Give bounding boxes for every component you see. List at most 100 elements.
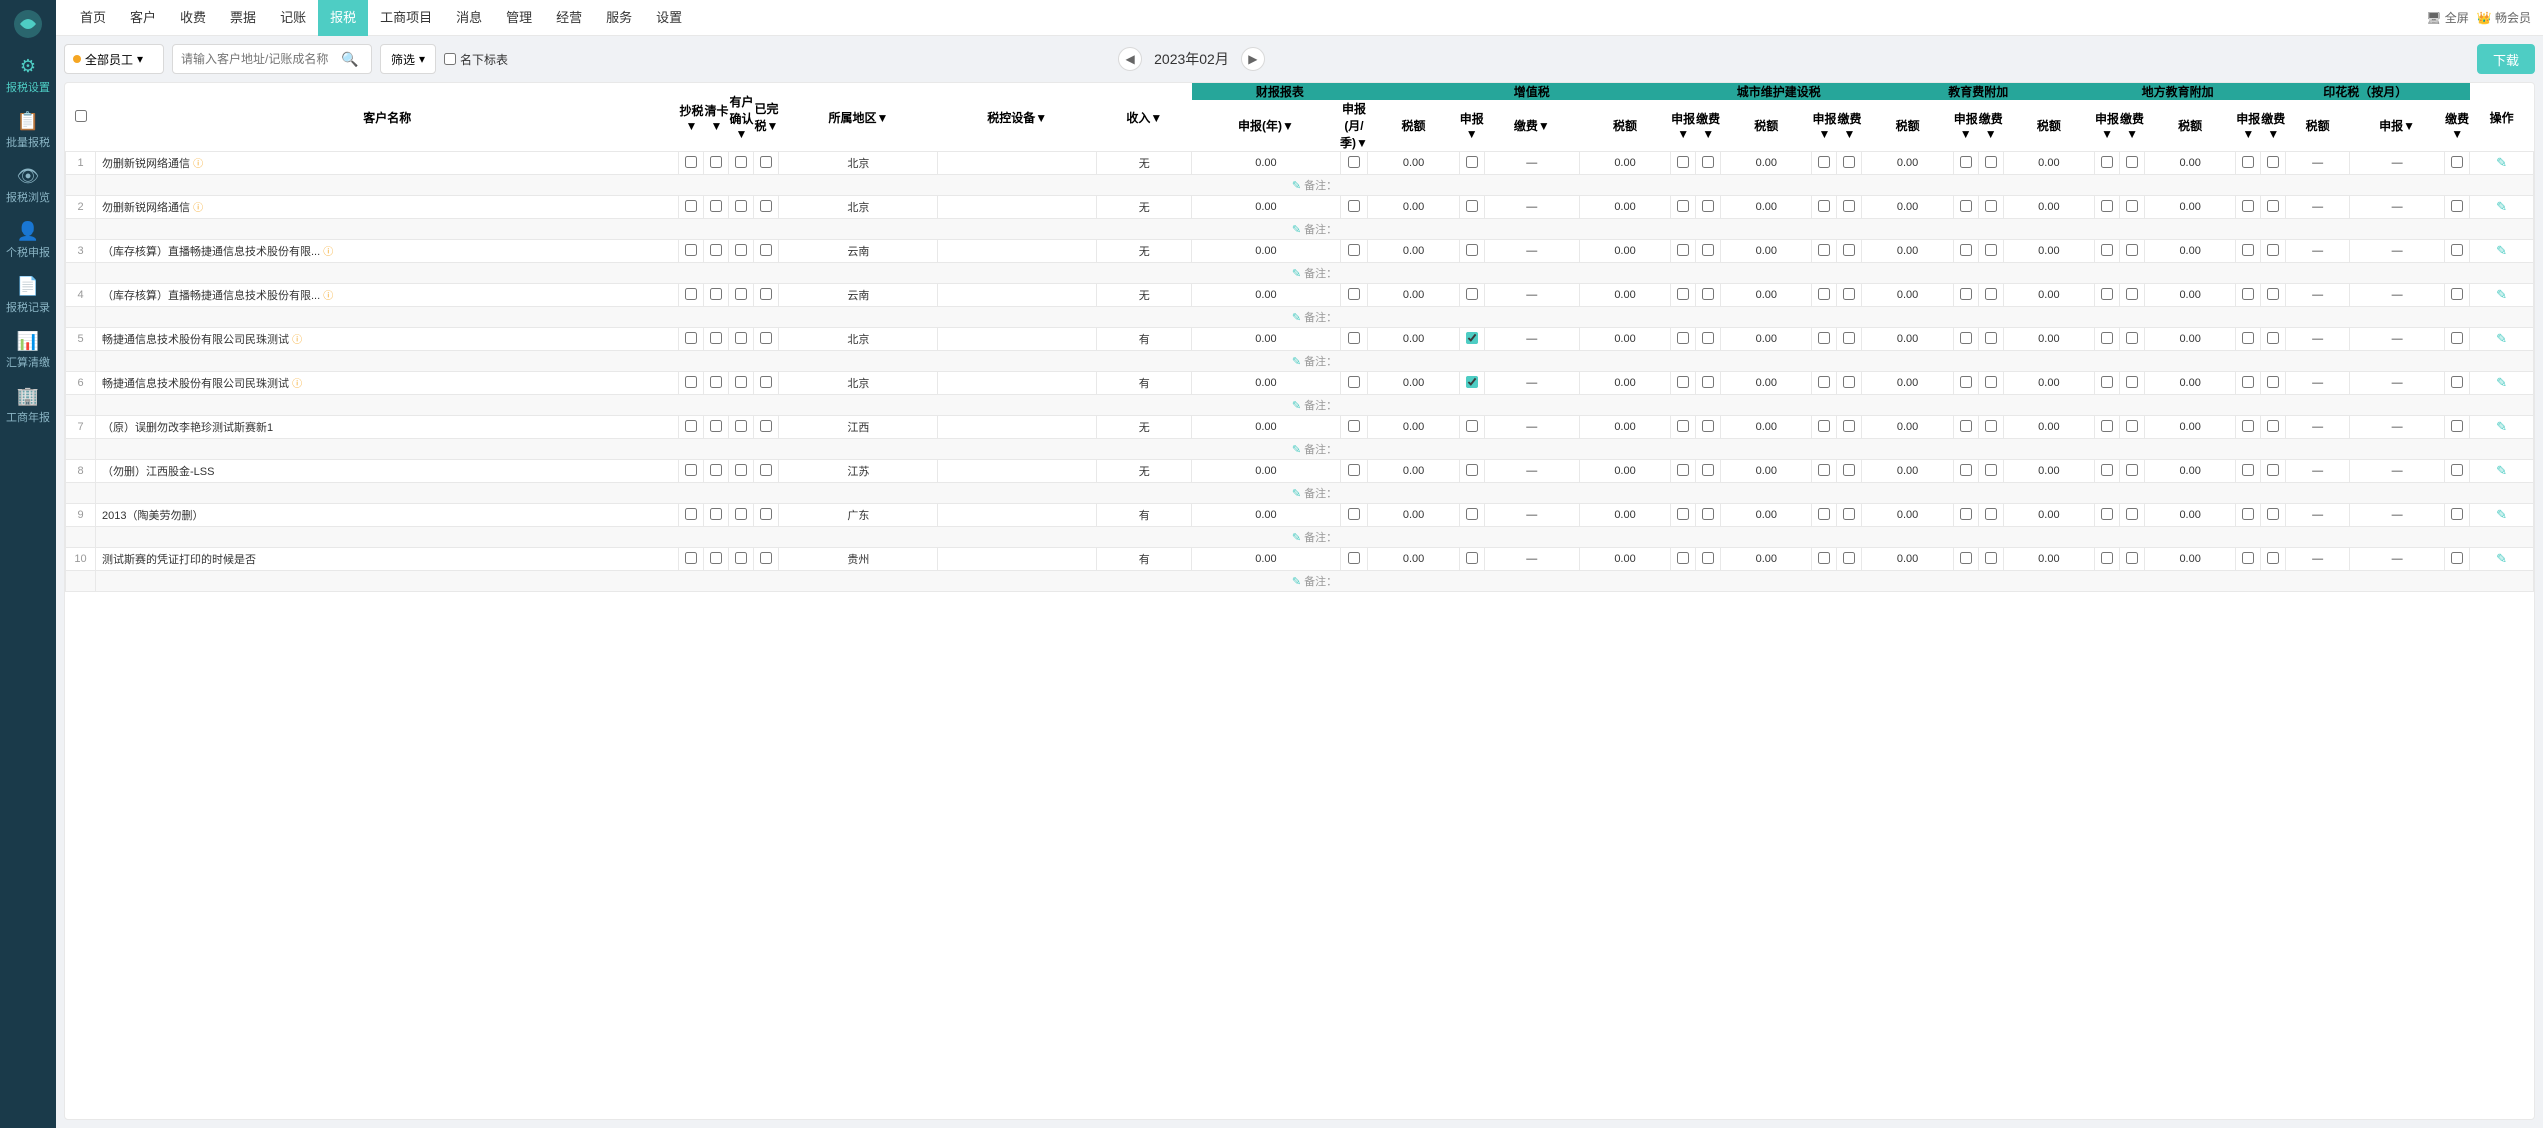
ledu-declare2-cb[interactable]	[2242, 464, 2254, 476]
paid-checkbox[interactable]	[760, 552, 772, 564]
nav-invoice[interactable]: 票据	[218, 0, 268, 36]
paid-cell[interactable]	[754, 152, 779, 175]
stamp-pay2-cell[interactable]	[2445, 548, 2470, 571]
paid-checkbox[interactable]	[760, 376, 772, 388]
action-cell[interactable]: ✎	[2470, 372, 2534, 395]
user-confirm-cell[interactable]	[729, 196, 754, 219]
clear-card-cell[interactable]	[704, 460, 729, 483]
ledu-declare-cell[interactable]	[2095, 152, 2120, 175]
city-declare-cell[interactable]	[1812, 548, 1837, 571]
ledu-pay-cell[interactable]	[2120, 460, 2145, 483]
ledu-pay-cell[interactable]	[2120, 152, 2145, 175]
ledu-declare-cb[interactable]	[2101, 244, 2113, 256]
city-pay-cell[interactable]	[1696, 416, 1721, 439]
city-declare-cell[interactable]	[1812, 196, 1837, 219]
city-declare-cell[interactable]	[1812, 504, 1837, 527]
remark-pencil-icon[interactable]: ✎	[1292, 312, 1301, 324]
edu-pay-cb[interactable]	[1985, 508, 1997, 520]
ledu-declare-cb[interactable]	[2101, 552, 2113, 564]
remark-pencil-icon[interactable]: ✎	[1292, 224, 1301, 236]
city-declare-cb[interactable]	[1818, 552, 1830, 564]
ledu-declare2-cell[interactable]	[2236, 240, 2261, 263]
clear-card-cell[interactable]	[704, 328, 729, 351]
city-pay2-cb[interactable]	[1843, 420, 1855, 432]
stamp-pay2-cb[interactable]	[2451, 420, 2463, 432]
fin-year-cb[interactable]	[1348, 420, 1360, 432]
vat-declare2-cb[interactable]	[1677, 200, 1689, 212]
copy-tax-checkbox[interactable]	[685, 376, 697, 388]
city-pay-cell[interactable]	[1696, 504, 1721, 527]
clear-card-checkbox[interactable]	[710, 508, 722, 520]
vat-declare2-cb[interactable]	[1677, 420, 1689, 432]
city-pay-cell[interactable]	[1696, 240, 1721, 263]
ledu-declare2-cell[interactable]	[2236, 504, 2261, 527]
city-declare-cell[interactable]	[1812, 460, 1837, 483]
ledu-declare-cell[interactable]	[2095, 284, 2120, 307]
ledu-declare-cell[interactable]	[2095, 548, 2120, 571]
stamp-pay-cell[interactable]	[2261, 196, 2286, 219]
stamp-pay2-cell[interactable]	[2445, 284, 2470, 307]
fin-year-cell[interactable]	[1340, 372, 1368, 395]
fin-year-cb[interactable]	[1348, 508, 1360, 520]
nav-operation[interactable]: 经营	[544, 0, 594, 36]
copy-tax-checkbox[interactable]	[685, 552, 697, 564]
user-confirm-checkbox[interactable]	[735, 244, 747, 256]
remark-pencil-icon[interactable]: ✎	[1292, 268, 1301, 280]
vat-declare-cb[interactable]	[1466, 156, 1478, 168]
city-declare-cb[interactable]	[1818, 332, 1830, 344]
user-confirm-cell[interactable]	[729, 416, 754, 439]
clear-card-checkbox[interactable]	[710, 200, 722, 212]
city-declare-cb[interactable]	[1818, 288, 1830, 300]
stamp-pay-cell[interactable]	[2261, 372, 2286, 395]
stamp-pay-cb[interactable]	[2267, 508, 2279, 520]
clear-card-checkbox[interactable]	[710, 244, 722, 256]
stamp-pay2-cb[interactable]	[2451, 332, 2463, 344]
paid-cell[interactable]	[754, 460, 779, 483]
stamp-pay2-cb[interactable]	[2451, 552, 2463, 564]
stamp-pay-cell[interactable]	[2261, 240, 2286, 263]
ledu-declare2-cb[interactable]	[2242, 156, 2254, 168]
action-cell[interactable]: ✎	[2470, 196, 2534, 219]
ledu-declare-cell[interactable]	[2095, 416, 2120, 439]
paid-cell[interactable]	[754, 240, 779, 263]
ledu-declare2-cell[interactable]	[2236, 460, 2261, 483]
ledu-declare2-cb[interactable]	[2242, 244, 2254, 256]
paid-checkbox[interactable]	[760, 200, 772, 212]
action-cell[interactable]: ✎	[2470, 460, 2534, 483]
paid-checkbox[interactable]	[760, 420, 772, 432]
ledu-declare-cb[interactable]	[2101, 200, 2113, 212]
remark-pencil-icon[interactable]: ✎	[1292, 576, 1301, 588]
paid-cell[interactable]	[754, 548, 779, 571]
city-pay-cb[interactable]	[1702, 376, 1714, 388]
vat-declare-cell[interactable]	[1459, 284, 1484, 307]
ledu-pay-cell[interactable]	[2120, 416, 2145, 439]
vat-declare2-cb[interactable]	[1677, 552, 1689, 564]
edu-declare-cb[interactable]	[1960, 464, 1972, 476]
edu-declare-cell[interactable]	[1953, 548, 1978, 571]
edu-pay-cell[interactable]	[1978, 240, 2003, 263]
nav-manage[interactable]: 管理	[494, 0, 544, 36]
edu-declare-cell[interactable]	[1953, 504, 1978, 527]
nav-business[interactable]: 工商项目	[368, 0, 444, 36]
ledu-declare-cb[interactable]	[2101, 376, 2113, 388]
fin-year-cell[interactable]	[1340, 196, 1368, 219]
vat-declare2-cb[interactable]	[1677, 332, 1689, 344]
user-confirm-checkbox[interactable]	[735, 420, 747, 432]
action-cell[interactable]: ✎	[2470, 504, 2534, 527]
stamp-pay-cell[interactable]	[2261, 152, 2286, 175]
clear-card-checkbox[interactable]	[710, 376, 722, 388]
clear-card-cell[interactable]	[704, 548, 729, 571]
vat-declare-cb[interactable]	[1466, 376, 1478, 388]
clear-card-checkbox[interactable]	[710, 332, 722, 344]
nav-customer[interactable]: 客户	[118, 0, 168, 36]
user-confirm-checkbox[interactable]	[735, 156, 747, 168]
copy-tax-cell[interactable]	[679, 240, 704, 263]
vat-declare-cell[interactable]	[1459, 372, 1484, 395]
search-input[interactable]	[181, 52, 341, 66]
vip-btn[interactable]: 👑 畅会员	[2477, 9, 2531, 26]
action-cell[interactable]: ✎	[2470, 240, 2534, 263]
fin-year-cb[interactable]	[1348, 200, 1360, 212]
vat-declare2-cb[interactable]	[1677, 288, 1689, 300]
city-pay-cell[interactable]	[1696, 460, 1721, 483]
fin-year-cb[interactable]	[1348, 244, 1360, 256]
